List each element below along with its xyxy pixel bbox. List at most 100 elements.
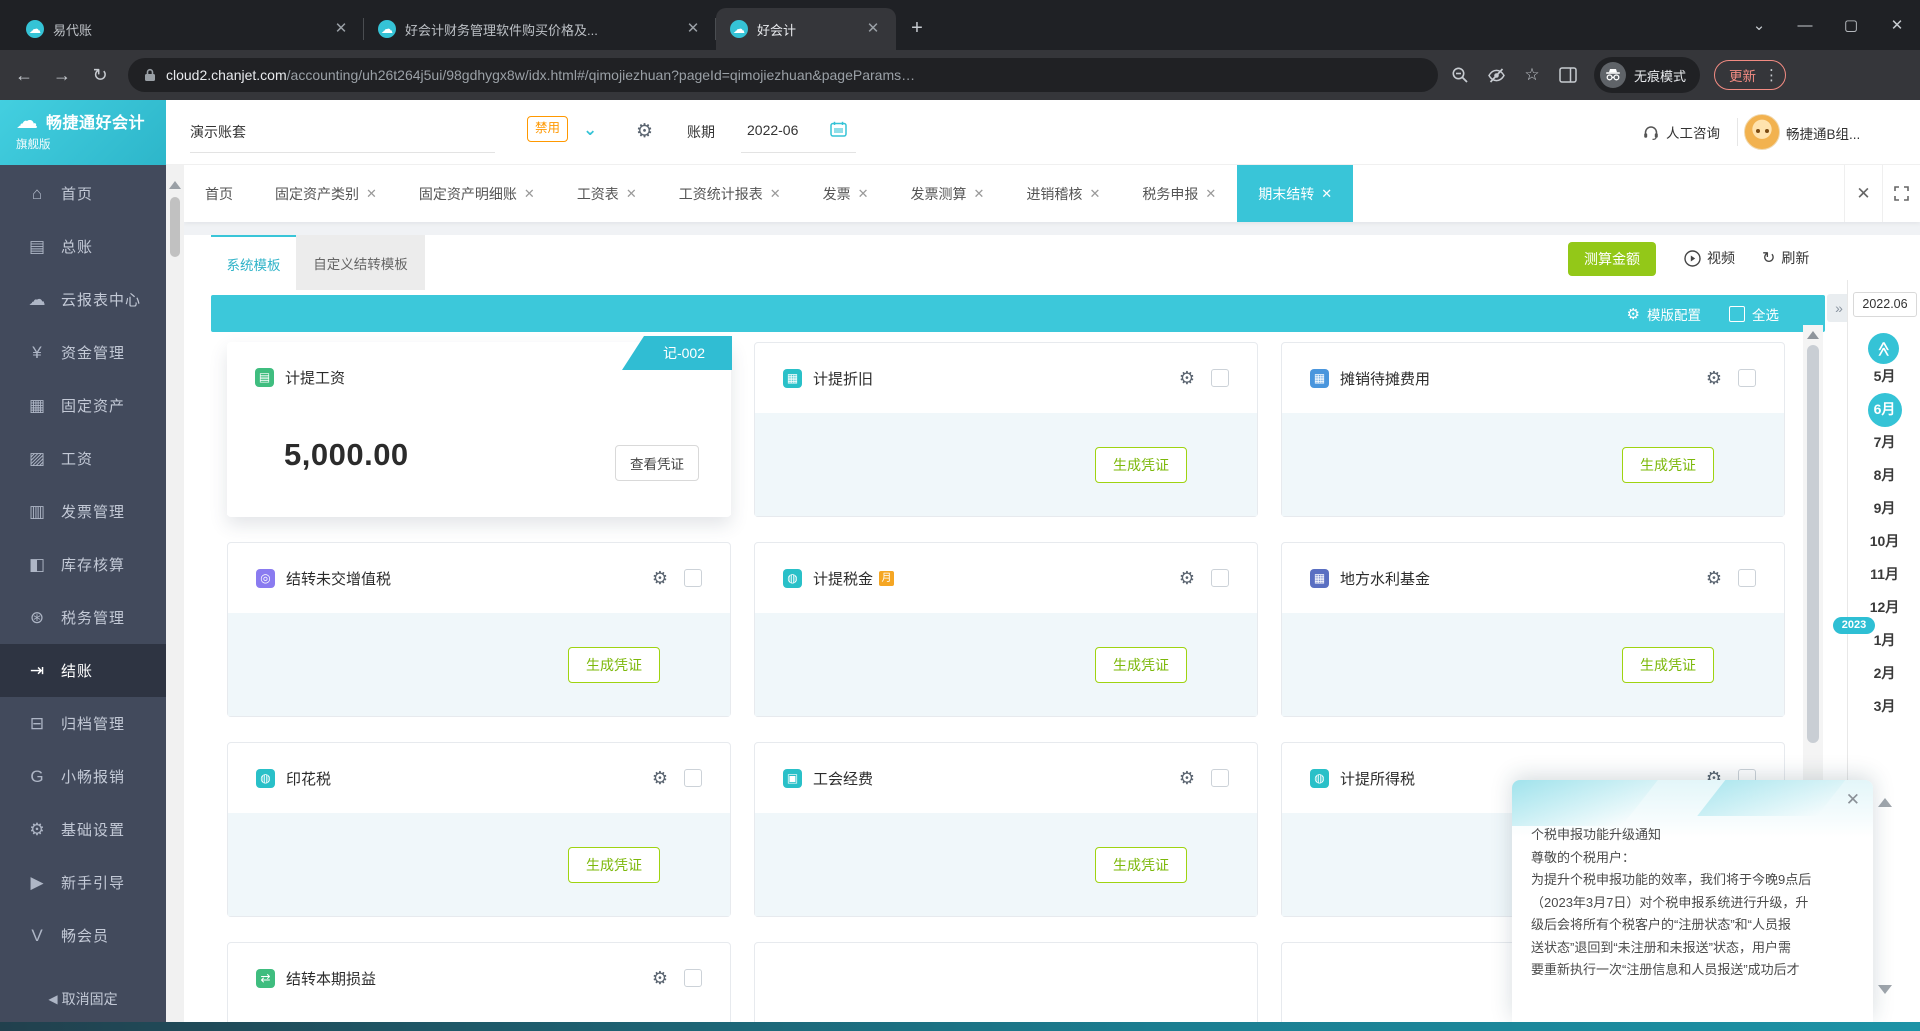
page-tab[interactable]: 发票 ✕	[802, 165, 890, 222]
user-name[interactable]: 畅捷通B组...	[1786, 123, 1918, 143]
tab-search-icon[interactable]: ⌄	[1736, 0, 1782, 50]
month-item[interactable]: 5月	[1848, 360, 1920, 393]
page-tab-close-icon[interactable]: ✕	[974, 186, 985, 202]
sidebar-item-库存核算[interactable]: ◧ 库存核算	[0, 538, 166, 591]
sidebar-item-基础设置[interactable]: ⚙ 基础设置	[0, 803, 166, 856]
popup-close-icon[interactable]: ✕	[1846, 790, 1860, 810]
generate-voucher-button[interactable]: 生成凭证	[1095, 846, 1187, 883]
update-chip[interactable]: 更新 ⋮	[1714, 60, 1787, 90]
forward-button[interactable]: →	[48, 61, 76, 89]
generate-voucher-button[interactable]: 生成凭证	[1622, 646, 1714, 683]
page-tab-close-icon[interactable]: ✕	[1089, 186, 1100, 202]
new-tab-button[interactable]: +	[902, 14, 932, 44]
scrollbar-thumb[interactable]	[170, 197, 180, 257]
select-all-control[interactable]: 全选	[1729, 304, 1779, 324]
page-scrollbar[interactable]	[166, 165, 184, 1022]
sidebar-item-云报表中心[interactable]: ☁ 云报表中心	[0, 273, 166, 326]
rail-period-box[interactable]: 2022.06	[1853, 292, 1917, 317]
back-button[interactable]: ←	[10, 61, 38, 89]
sidebar-item-资金管理[interactable]: ¥ 资金管理	[0, 326, 166, 379]
page-tab[interactable]: 期末结转 ✕	[1237, 165, 1354, 222]
page-tab[interactable]: 税务申报 ✕	[1121, 165, 1237, 222]
card-settings-icon[interactable]: ⚙	[652, 768, 668, 789]
card-settings-icon[interactable]: ⚙	[652, 568, 668, 589]
close-all-tabs-button[interactable]: ✕	[1844, 165, 1882, 222]
generate-voucher-button[interactable]: 生成凭证	[568, 846, 660, 883]
minimize-button[interactable]: —	[1782, 0, 1828, 50]
month-item[interactable]: 7月	[1848, 426, 1920, 459]
maximize-button[interactable]: ▢	[1828, 0, 1874, 50]
tab-close-icon[interactable]: ✕	[864, 20, 882, 38]
sidebar-item-小畅报销[interactable]: G 小畅报销	[0, 750, 166, 803]
card-settings-icon[interactable]: ⚙	[1179, 568, 1195, 589]
card-checkbox[interactable]	[684, 769, 702, 787]
card-checkbox[interactable]	[1211, 769, 1229, 787]
page-tab-close-icon[interactable]: ✕	[858, 186, 869, 202]
account-settings-icon[interactable]: ⚙	[636, 120, 653, 143]
month-item[interactable]: 2月	[1848, 657, 1920, 690]
sidebar-item-首页[interactable]: ⌂ 首页	[0, 167, 166, 220]
month-item[interactable]: 8月	[1848, 459, 1920, 492]
month-item[interactable]: 11月	[1848, 558, 1920, 591]
sidebar-item-固定资产[interactable]: ▦ 固定资产	[0, 379, 166, 432]
calendar-icon[interactable]	[830, 121, 847, 137]
page-tab-close-icon[interactable]: ✕	[626, 186, 637, 202]
cards-scroll-up-icon[interactable]	[1807, 331, 1819, 339]
card-checkbox[interactable]	[684, 969, 702, 987]
page-tab[interactable]: 首页	[184, 165, 254, 222]
month-item[interactable]: 3月	[1848, 690, 1920, 723]
rail-scroll-up-icon[interactable]	[1878, 798, 1892, 807]
generate-voucher-button[interactable]: 生成凭证	[568, 646, 660, 683]
page-tab-close-icon[interactable]: ✕	[1205, 186, 1216, 202]
sidebar-item-工资[interactable]: ▨ 工资	[0, 432, 166, 485]
reload-button[interactable]: ↻	[86, 61, 114, 89]
card-settings-icon[interactable]: ⚙	[1179, 768, 1195, 789]
account-name[interactable]: 演示账套	[190, 122, 246, 142]
bookmark-star-icon[interactable]: ☆	[1518, 61, 1546, 89]
generate-voucher-button[interactable]: 生成凭证	[1095, 646, 1187, 683]
template-tab[interactable]: 自定义结转模板	[296, 235, 425, 290]
page-tab-close-icon[interactable]: ✕	[770, 186, 781, 202]
browser-tab[interactable]: ☁ 易代账 ✕	[12, 8, 364, 50]
fullscreen-icon[interactable]	[1882, 165, 1920, 222]
sidebar-item-畅会员[interactable]: V 畅会员	[0, 909, 166, 962]
address-bar[interactable]: cloud2.chanjet.com/accounting/uh26t264j5…	[128, 58, 1438, 92]
calc-amount-button[interactable]: 测算金额	[1568, 242, 1656, 276]
sidebar-item-发票管理[interactable]: ▥ 发票管理	[0, 485, 166, 538]
card-checkbox[interactable]	[1211, 369, 1229, 387]
tab-close-icon[interactable]: ✕	[332, 20, 350, 38]
sidebar-item-总账[interactable]: ▤ 总账	[0, 220, 166, 273]
card-checkbox[interactable]	[1738, 569, 1756, 587]
browser-tab[interactable]: ☁ 好会计 ✕	[716, 8, 896, 50]
page-tab[interactable]: 工资统计报表 ✕	[658, 165, 802, 222]
view-voucher-button[interactable]: 查看凭证	[615, 445, 699, 481]
video-link[interactable]: 视频	[1684, 248, 1735, 268]
card-checkbox[interactable]	[1738, 369, 1756, 387]
page-tab[interactable]: 进销稽核 ✕	[1005, 165, 1121, 222]
card-settings-icon[interactable]: ⚙	[652, 968, 668, 989]
zoom-page-icon[interactable]	[1446, 61, 1474, 89]
browser-menu-icon[interactable]: ⋮	[1764, 66, 1779, 84]
card-settings-icon[interactable]: ⚙	[1706, 568, 1722, 589]
month-item[interactable]: 6月	[1848, 393, 1920, 426]
support-link[interactable]: 人工咨询	[1643, 122, 1720, 142]
card-settings-icon[interactable]: ⚙	[1706, 368, 1722, 389]
card-checkbox[interactable]	[1211, 569, 1229, 587]
cards-scrollbar-thumb[interactable]	[1807, 345, 1819, 743]
card-settings-icon[interactable]: ⚙	[1179, 368, 1195, 389]
select-all-checkbox[interactable]	[1729, 305, 1745, 322]
close-window-button[interactable]: ✕	[1874, 0, 1920, 50]
sidebar-unpin-button[interactable]: ◀ 取消固定	[0, 984, 166, 1014]
rail-scroll-down-icon[interactable]	[1878, 985, 1892, 994]
page-tab[interactable]: 工资表 ✕	[556, 165, 658, 222]
browser-tab[interactable]: ☁ 好会计财务管理软件购买价格及... ✕	[364, 8, 716, 50]
template-tab[interactable]: 系统模板	[211, 235, 296, 290]
sidebar-item-归档管理[interactable]: ⊟ 归档管理	[0, 697, 166, 750]
sidebar-item-新手引导[interactable]: ▶ 新手引导	[0, 856, 166, 909]
page-tab[interactable]: 固定资产类别 ✕	[254, 165, 398, 222]
tab-close-icon[interactable]: ✕	[684, 20, 702, 38]
month-item[interactable]: 9月	[1848, 492, 1920, 525]
page-tab[interactable]: 发票测算 ✕	[890, 165, 1006, 222]
page-tab-close-icon[interactable]: ✕	[366, 186, 377, 202]
page-tab-close-icon[interactable]: ✕	[1321, 186, 1332, 202]
